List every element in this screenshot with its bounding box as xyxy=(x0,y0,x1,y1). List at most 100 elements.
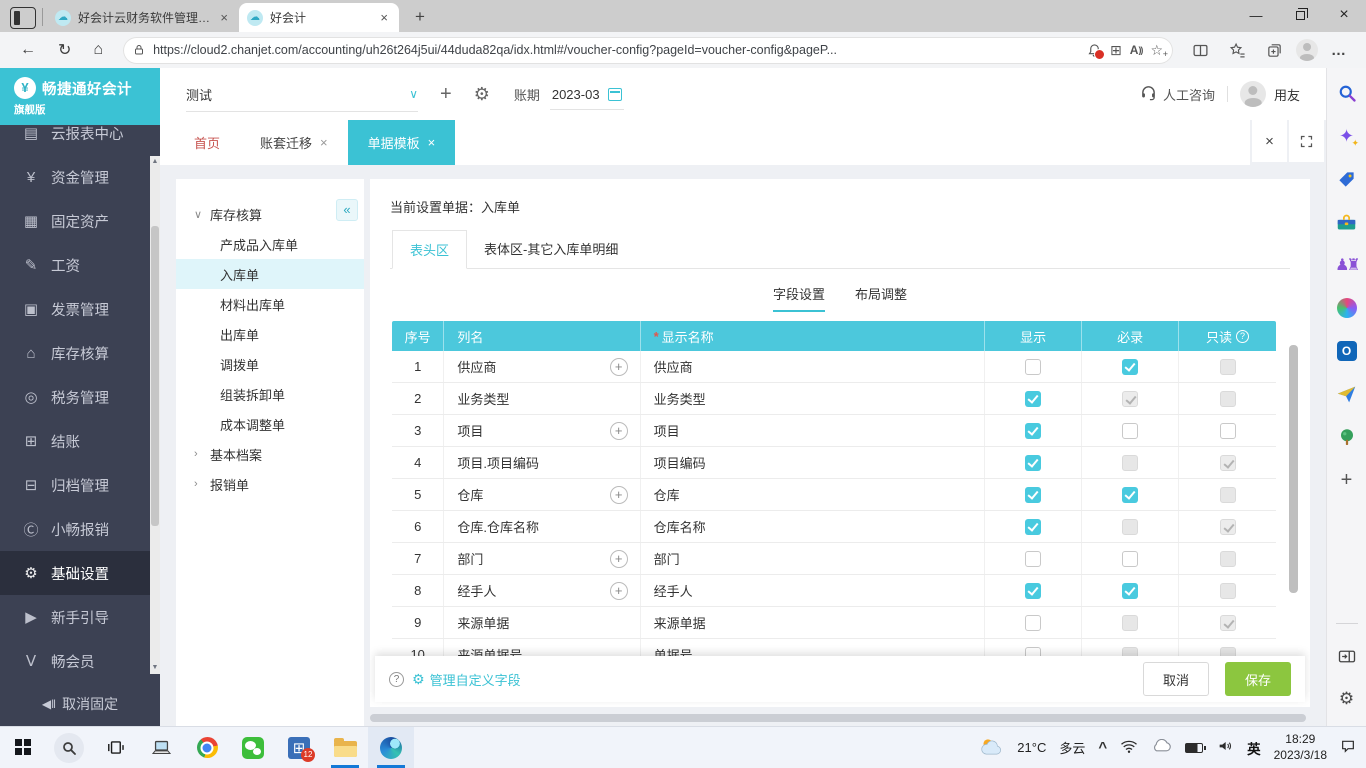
show-checkbox[interactable] xyxy=(1025,486,1042,503)
close-button[interactable]: × xyxy=(1322,0,1366,30)
taskbar-chrome-icon[interactable] xyxy=(184,727,230,768)
taskbar-connected-device-icon[interactable] xyxy=(138,727,184,768)
microsoft-365-icon[interactable] xyxy=(1336,297,1358,319)
add-field-icon[interactable]: + xyxy=(609,357,628,376)
grow-icon[interactable] xyxy=(1336,426,1358,448)
show-checkbox[interactable] xyxy=(1025,550,1042,567)
required-checkbox[interactable] xyxy=(1122,582,1139,599)
tree-node[interactable]: 调拨单 xyxy=(176,349,364,379)
minimize-button[interactable]: — xyxy=(1234,0,1278,30)
sidebar-item-funds[interactable]: ¥ 资金管理 xyxy=(0,155,160,199)
account-select[interactable]: 测试 ∨ xyxy=(186,85,418,112)
hidden-icons-chevron[interactable]: ^ xyxy=(1098,739,1107,756)
chevron-right-icon[interactable]: › xyxy=(194,478,204,490)
clock[interactable]: 18:29 2023/3/18 xyxy=(1274,732,1327,763)
panel-icon[interactable] xyxy=(1336,645,1358,667)
sidebar-scrollbar[interactable]: ▲ ▼ xyxy=(150,156,160,674)
new-tab-button[interactable]: + xyxy=(409,7,431,27)
volume-icon[interactable] xyxy=(1216,738,1234,757)
support-link[interactable]: 人工咨询 xyxy=(1140,84,1215,104)
close-page-button[interactable]: × xyxy=(1252,120,1287,162)
favorites-icon[interactable] xyxy=(1222,40,1253,61)
area-tab[interactable]: 表体区-其它入库单明细 xyxy=(467,230,635,269)
horizontal-scrollbar-thumb[interactable] xyxy=(370,714,1306,722)
sidebar-item-settings[interactable]: ⚙ 基础设置 xyxy=(0,551,160,595)
restore-button[interactable] xyxy=(1278,0,1322,30)
read-aloud-icon[interactable]: A xyxy=(1130,43,1143,57)
games-icon[interactable]: ♟♜ xyxy=(1335,254,1361,276)
sidebar-item-guide[interactable]: ▶ 新手引导 xyxy=(0,595,160,639)
notifications-blocked-icon[interactable] xyxy=(1087,43,1106,60)
show-checkbox[interactable] xyxy=(1025,518,1042,535)
weather-condition[interactable]: 多云 xyxy=(1059,738,1085,757)
sidebar-item-tax[interactable]: ◎ 税务管理 xyxy=(0,375,160,419)
drop-icon[interactable] xyxy=(1336,383,1358,405)
taskbar-wechat-icon[interactable] xyxy=(230,727,276,768)
show-checkbox[interactable] xyxy=(1025,582,1042,599)
required-checkbox[interactable] xyxy=(1122,422,1139,439)
page-tab[interactable]: 单据模板 × xyxy=(347,120,456,165)
vertical-tabs-icon[interactable] xyxy=(10,7,36,29)
cell-display-name[interactable]: 仓库 xyxy=(641,479,986,510)
browser-tab[interactable]: ☁ 好会计云财务软件管理系统_会计 × xyxy=(47,3,239,32)
setting-tab[interactable]: 布局调整 xyxy=(855,284,907,312)
url-bar[interactable]: https://cloud2.chanjet.com/accounting/uh… xyxy=(123,36,1173,64)
collapse-tree-button[interactable]: « xyxy=(336,199,358,221)
help-icon[interactable]: ? xyxy=(389,671,404,687)
show-checkbox[interactable] xyxy=(1025,614,1042,631)
sidebar-item-salary[interactable]: ✎ 工资 xyxy=(0,243,160,287)
show-checkbox[interactable] xyxy=(1025,390,1042,407)
cell-display-name[interactable]: 供应商 xyxy=(641,351,986,382)
save-button[interactable]: 保存 xyxy=(1225,662,1291,696)
taskbar-edge-icon[interactable] xyxy=(368,727,414,768)
profile-avatar[interactable] xyxy=(1296,39,1318,61)
settings-icon[interactable]: ⚙ xyxy=(1336,688,1358,710)
tree-node[interactable]: 产成品入库单 xyxy=(176,229,364,259)
tree-node[interactable]: 出库单 xyxy=(176,319,364,349)
chevron-down-icon[interactable]: ∨ xyxy=(194,208,204,221)
page-tab[interactable]: 首页 xyxy=(174,120,240,165)
weather-icon[interactable] xyxy=(979,737,1004,759)
taskbar-task-view-icon[interactable] xyxy=(92,727,138,768)
url-text[interactable]: https://cloud2.chanjet.com/accounting/uh… xyxy=(153,43,1079,57)
input-method-indicator[interactable]: 英 xyxy=(1247,738,1261,758)
tree-node[interactable]: 组装拆卸单 xyxy=(176,379,364,409)
readonly-checkbox[interactable] xyxy=(1219,422,1236,439)
add-account-icon[interactable]: + xyxy=(440,83,452,106)
sidebar-item-cloud-reports[interactable]: ▤ 云报表中心 xyxy=(0,125,160,155)
required-checkbox[interactable] xyxy=(1122,550,1139,567)
cell-display-name[interactable]: 业务类型 xyxy=(641,383,986,414)
taskbar-search-icon[interactable] xyxy=(46,727,92,768)
taskbar-start-icon[interactable] xyxy=(0,727,46,768)
battery-icon[interactable] xyxy=(1185,742,1207,753)
user-menu[interactable]: 用友 xyxy=(1239,81,1300,107)
wifi-icon[interactable] xyxy=(1120,739,1138,757)
scrollbar-thumb[interactable] xyxy=(151,226,159,526)
toolbox-icon[interactable] xyxy=(1336,211,1358,233)
sidebar-item-invoice[interactable]: ▣ 发票管理 xyxy=(0,287,160,331)
add-field-icon[interactable]: + xyxy=(609,581,628,600)
manage-custom-fields-link[interactable]: 管理自定义字段 xyxy=(430,670,521,689)
outlook-icon[interactable]: O xyxy=(1336,340,1358,362)
show-checkbox[interactable] xyxy=(1025,454,1042,471)
cell-display-name[interactable]: 来源单据 xyxy=(641,607,986,638)
sidebar-item-inventory[interactable]: ⌂ 库存核算 xyxy=(0,331,160,375)
show-checkbox[interactable] xyxy=(1025,422,1042,439)
onedrive-icon[interactable] xyxy=(1151,738,1172,756)
required-checkbox[interactable] xyxy=(1122,486,1139,503)
area-tab[interactable]: 表头区 xyxy=(392,230,468,269)
table-scrollbar-thumb[interactable] xyxy=(1289,345,1298,593)
cell-display-name[interactable]: 仓库名称 xyxy=(641,511,986,542)
browser-tab[interactable]: ☁ 好会计 × xyxy=(239,3,399,32)
back-icon[interactable]: ← xyxy=(12,39,44,61)
add-field-icon[interactable]: + xyxy=(609,485,628,504)
add-favorite-icon[interactable]: ☆ xyxy=(1150,42,1168,59)
cell-display-name[interactable]: 项目编码 xyxy=(641,447,986,478)
cell-display-name[interactable]: 经手人 xyxy=(641,575,986,606)
tab-close-icon[interactable]: × xyxy=(377,10,391,25)
sidebar-item-fixed-assets[interactable]: ▦ 固定资产 xyxy=(0,199,160,243)
tree-node[interactable]: › 基本档案 xyxy=(176,439,364,469)
tree-node[interactable]: 材料出库单 xyxy=(176,289,364,319)
scroll-down-icon[interactable]: ▼ xyxy=(152,662,159,674)
tree-node[interactable]: 成本调整单 xyxy=(176,409,364,439)
